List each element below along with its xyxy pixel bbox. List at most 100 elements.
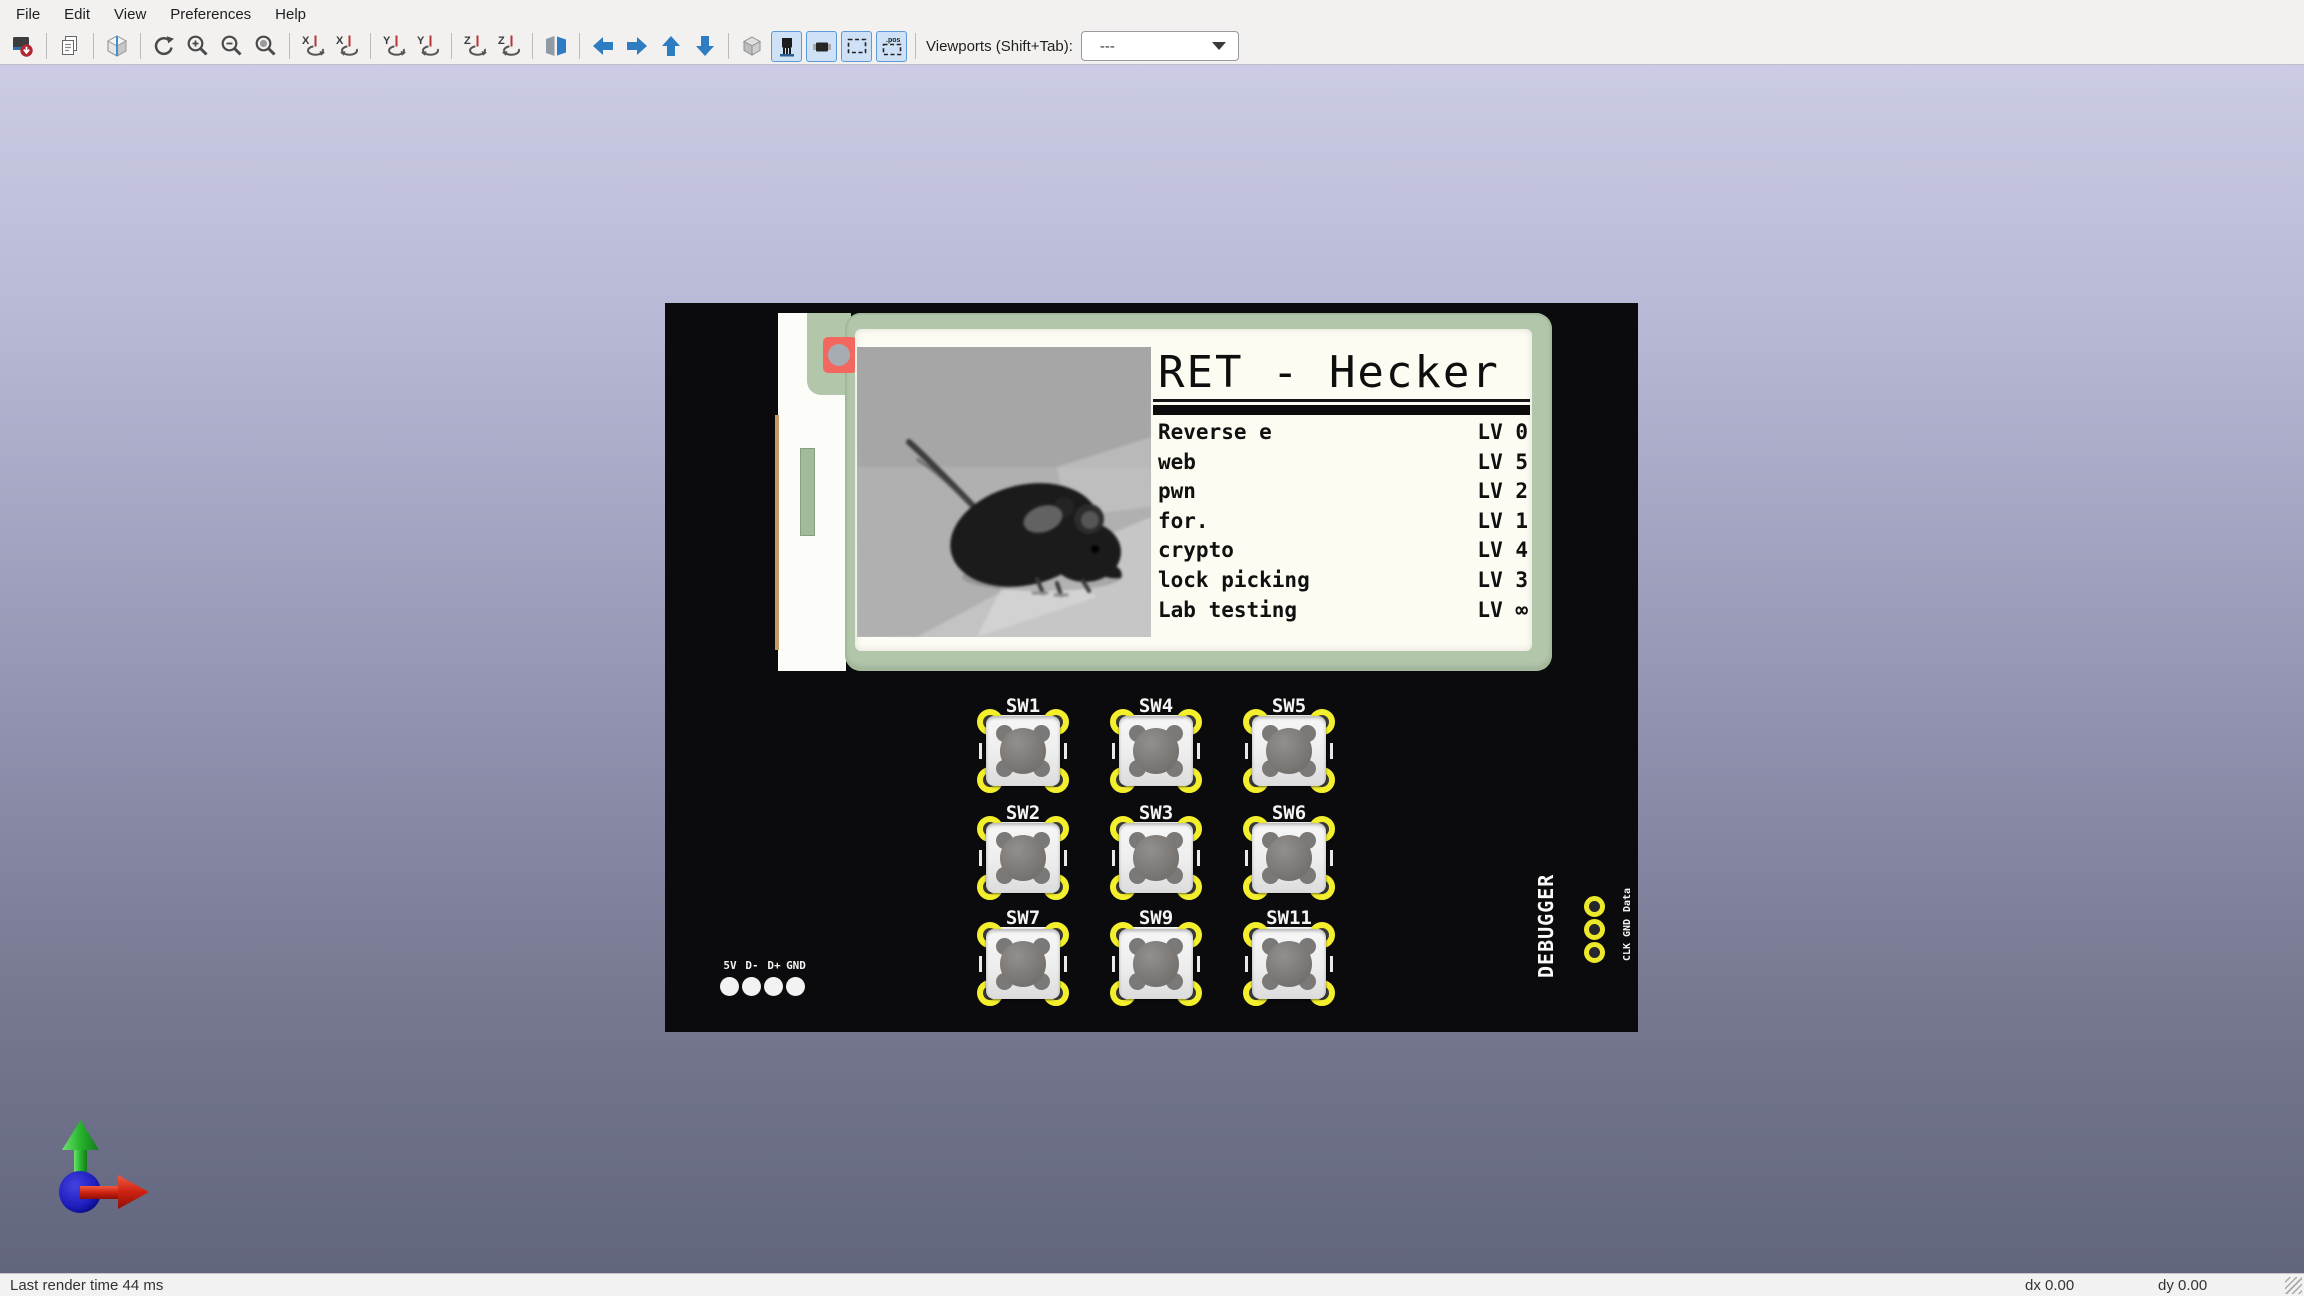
- flip-board-icon: [546, 36, 566, 56]
- flip-board-button[interactable]: [540, 30, 572, 62]
- redraw-button[interactable]: [148, 30, 180, 62]
- rotate-y-ccw-button[interactable]: Y: [412, 30, 444, 62]
- menu-preferences[interactable]: Preferences: [158, 2, 263, 27]
- tactile-switch: [1234, 909, 1344, 1019]
- zoom-out-button[interactable]: [216, 30, 248, 62]
- menu-item-name: Lab testing: [1158, 597, 1298, 622]
- tactile-switch: [968, 696, 1078, 806]
- chevron-down-icon: [1211, 42, 1226, 50]
- rotate-x-ccw-button[interactable]: X: [331, 30, 363, 62]
- menu-view[interactable]: View: [102, 2, 158, 27]
- menu-item-level: LV 5: [1477, 449, 1528, 474]
- menu-help[interactable]: Help: [263, 2, 318, 27]
- pcb-board: RET - Hecker Reverse e LV 0 web LV 5 pwn…: [665, 303, 1638, 1032]
- switch-plunger: [1266, 941, 1312, 987]
- arrow-down-icon: [696, 36, 714, 56]
- pan-down-button[interactable]: [689, 30, 721, 62]
- reload-board-button[interactable]: [7, 30, 39, 62]
- show-virtual-models-button[interactable]: [841, 30, 872, 62]
- toolbar-separator: [370, 33, 371, 59]
- menu-item-level: LV 4: [1477, 538, 1528, 563]
- pos-file-box-icon: .pos: [882, 37, 901, 56]
- dx-status: dx 0.00: [2025, 1277, 2075, 1294]
- virtual-component-box-icon: [847, 38, 866, 54]
- show-through-hole-models-button[interactable]: [771, 30, 802, 62]
- tactile-switch: [1234, 803, 1344, 913]
- orthographic-projection-button[interactable]: [736, 30, 768, 62]
- debug-pin-label: CLK: [1622, 942, 1633, 962]
- y-axis-arrow: [62, 1120, 99, 1150]
- render-time-status: Last render time 44 ms: [10, 1277, 164, 1294]
- epaper-display: RET - Hecker Reverse e LV 0 web LV 5 pwn…: [855, 329, 1532, 651]
- svg-text:Y: Y: [417, 35, 425, 47]
- display-menu-row: pwn LV 2: [1158, 477, 1528, 507]
- silkscreen-mark: [1064, 743, 1067, 759]
- mouse-photo: [857, 347, 1151, 637]
- silkscreen-mark: [1245, 743, 1248, 759]
- switch-plunger: [1266, 835, 1312, 881]
- switch-plunger: [1000, 941, 1046, 987]
- menu-item-level: LV 1: [1477, 508, 1528, 533]
- menu-item-level: LV 2: [1477, 479, 1528, 504]
- display-menu-row: crypto LV 4: [1158, 536, 1528, 566]
- menu-file[interactable]: File: [4, 2, 52, 27]
- silkscreen-mark: [1112, 850, 1115, 866]
- rotate-x-cw-button[interactable]: X: [297, 30, 329, 62]
- silkscreen-mark: [1330, 850, 1333, 866]
- menu-item-level: LV 3: [1477, 567, 1528, 592]
- pan-up-button[interactable]: [655, 30, 687, 62]
- svg-text:Y: Y: [383, 35, 391, 47]
- display-slot: [800, 448, 815, 536]
- rotate-z-ccw-button[interactable]: Z: [493, 30, 525, 62]
- display-title: RET - Hecker: [1158, 347, 1500, 398]
- switch-plunger: [1133, 835, 1179, 881]
- led-component: [823, 337, 857, 373]
- silkscreen-mark: [1112, 743, 1115, 759]
- switch-plunger: [1266, 728, 1312, 774]
- reload-board-icon: [13, 37, 33, 57]
- toolbar-separator: [93, 33, 94, 59]
- zoom-to-fit-button[interactable]: [250, 30, 282, 62]
- usb-pad: [720, 977, 739, 996]
- switch-plunger: [1000, 728, 1046, 774]
- switch-plunger: [1133, 941, 1179, 987]
- pan-right-button[interactable]: [621, 30, 653, 62]
- resize-grip[interactable]: [2285, 1277, 2302, 1294]
- debug-through-hole-pad: [1584, 919, 1605, 940]
- switch-body: [986, 929, 1060, 999]
- toolbar-separator: [532, 33, 533, 59]
- tactile-switch: [968, 803, 1078, 913]
- switch-body: [1252, 929, 1326, 999]
- rotate-z-ccw-icon: Z: [498, 35, 520, 56]
- pan-left-button[interactable]: [587, 30, 619, 62]
- switch-body: [1119, 929, 1193, 999]
- show-pos-file-models-button[interactable]: .pos: [876, 30, 907, 62]
- raytracing-render-button[interactable]: [101, 30, 133, 62]
- menu-edit[interactable]: Edit: [52, 2, 102, 27]
- copy-image-button[interactable]: [54, 30, 86, 62]
- viewports-label: Viewports (Shift+Tab):: [926, 37, 1073, 55]
- 3d-viewport-canvas[interactable]: RET - Hecker Reverse e LV 0 web LV 5 pwn…: [0, 65, 2304, 1273]
- toolbar-separator: [915, 33, 916, 59]
- silkscreen-mark: [1197, 743, 1200, 759]
- show-smd-models-button[interactable]: [806, 30, 837, 62]
- usb-pad-label: GND: [786, 959, 806, 972]
- silkscreen-mark: [1197, 956, 1200, 972]
- axis-gizmo: [59, 1120, 149, 1213]
- debug-through-hole-pad: [1584, 942, 1605, 963]
- rotate-y-cw-button[interactable]: Y: [378, 30, 410, 62]
- switch-body: [1119, 823, 1193, 893]
- zoom-in-button[interactable]: [182, 30, 214, 62]
- usb-pad: [786, 977, 805, 996]
- toolbar-separator: [451, 33, 452, 59]
- rotate-z-cw-button[interactable]: Z: [459, 30, 491, 62]
- silkscreen-mark: [1245, 956, 1248, 972]
- silkscreen-mark: [1112, 956, 1115, 972]
- viewports-dropdown[interactable]: ---: [1080, 31, 1239, 61]
- tactile-switch: [1101, 696, 1211, 806]
- through-hole-component-icon: [779, 38, 794, 57]
- tactile-switch: [1101, 909, 1211, 1019]
- rotate-x-ccw-icon: X: [336, 35, 358, 56]
- arrow-left-icon: [593, 37, 613, 55]
- tactile-switch: [1101, 803, 1211, 913]
